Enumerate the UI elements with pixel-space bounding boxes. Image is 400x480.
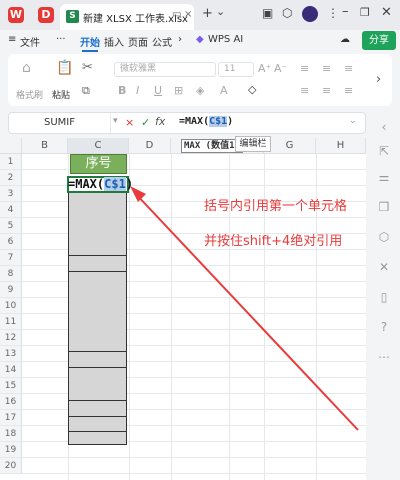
annotation-line-2: 并按住shift+4绝对引用 xyxy=(204,234,343,249)
spreadsheet-window: W D S 新建 XLSX 工作表.xlsx ▭ × + ⌄ ▣ ⬡ ⋮ – ❐… xyxy=(0,0,400,480)
annotation-line-1: 括号内引用第一个单元格 xyxy=(204,199,348,214)
